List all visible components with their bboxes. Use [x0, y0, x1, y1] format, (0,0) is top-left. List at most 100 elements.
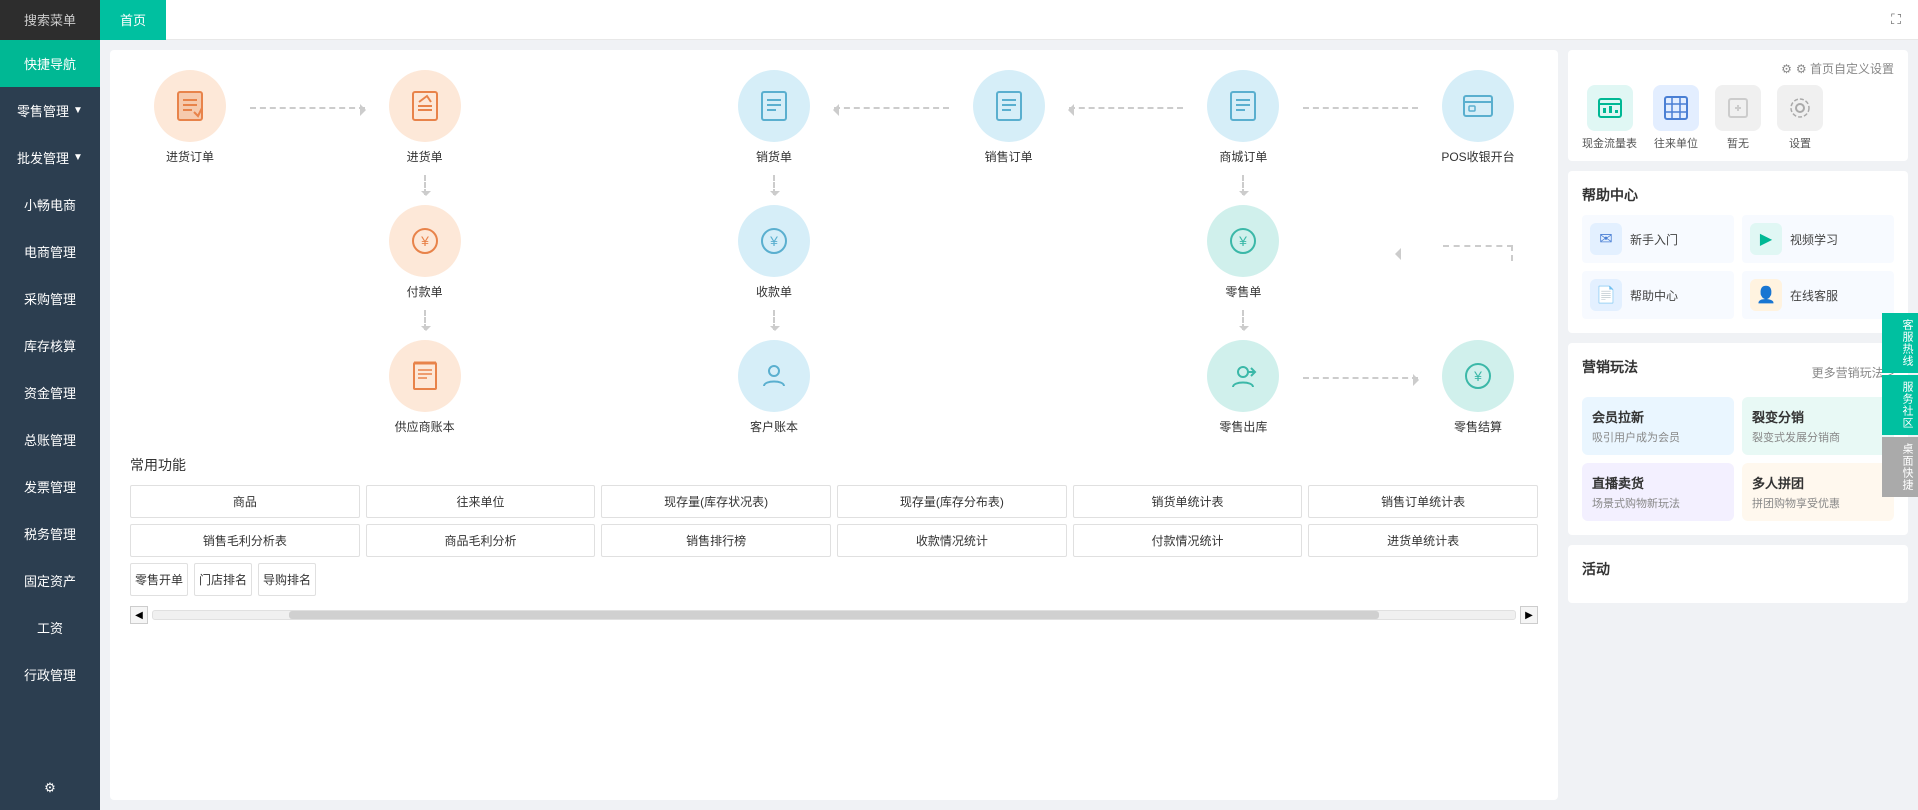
func-btn-sales-order-stat[interactable]: 销售订单统计表 — [1308, 485, 1538, 518]
sidebar-item-inventory[interactable]: 库存核算 — [0, 322, 100, 369]
sidebar-item-ecommerce-small[interactable]: 小畅电商 — [0, 181, 100, 228]
func-btn-retail-order[interactable]: 零售开单 — [130, 563, 188, 596]
func-btn-sales-rank[interactable]: 销售排行榜 — [601, 524, 831, 557]
top-bar: 搜索菜单 首页 ⛶ — [0, 0, 1918, 40]
svg-text:¥: ¥ — [1473, 368, 1482, 384]
help-item-online-service[interactable]: 👤 在线客服 — [1742, 271, 1894, 319]
func-grid-row1: 商品 往来单位 现存量(库存状况表) 现存量(库存分布表) 销货单统计表 销售订… — [130, 485, 1538, 518]
activity-card: 活动 — [1568, 545, 1908, 603]
flow-node-supplier-account[interactable]: 供应商账本 — [365, 340, 485, 435]
sidebar-item-purchase[interactable]: 采购管理 — [0, 275, 100, 322]
service-community-button[interactable]: 服务社区 — [1882, 375, 1918, 435]
func-btn-purchase-stat[interactable]: 进货单统计表 — [1308, 524, 1538, 557]
video-icon: ▶ — [1750, 223, 1782, 255]
flow-node-purchase-order[interactable]: 进货订单 — [130, 70, 250, 165]
sales-order-icon — [973, 70, 1045, 142]
flow-node-purchase-bill[interactable]: 进货单 — [365, 70, 485, 165]
help-card-title: 帮助中心 — [1582, 185, 1894, 205]
scroll-track[interactable] — [152, 610, 1516, 620]
marketing-header: 营销玩法 更多营销玩法 > — [1582, 357, 1894, 387]
func-btn-receipt-stat[interactable]: 收款情况统计 — [837, 524, 1067, 557]
sidebar-item-finance[interactable]: 资金管理 — [0, 369, 100, 416]
arrow-retail-out-to-settle — [1303, 377, 1418, 379]
right-panel: ⚙ ⚙ 首页自定义设置 — [1568, 50, 1908, 800]
arrow-retail-order-down — [1242, 310, 1244, 330]
arrow-sales-order-to-mall — [1069, 107, 1184, 109]
contacts-icon — [1653, 85, 1699, 131]
flow-node-retail-order[interactable]: ¥ 零售单 — [1183, 205, 1303, 300]
help-item-help-center[interactable]: 📄 帮助中心 — [1582, 271, 1734, 319]
marketing-title: 营销玩法 — [1582, 357, 1638, 377]
sidebar-item-admin[interactable]: 行政管理 — [0, 651, 100, 698]
flow-node-retail-out[interactable]: 零售出库 — [1183, 340, 1303, 435]
scroll-bar[interactable]: ◀ ▶ — [130, 606, 1538, 624]
sidebar-bottom: ⚙ — [0, 766, 100, 810]
flow-node-payment[interactable]: ¥ 付款单 — [365, 205, 485, 300]
sidebar-item-quicknav[interactable]: 快捷导航 — [0, 40, 100, 87]
sidebar-item-ecommerce[interactable]: 电商管理 — [0, 228, 100, 275]
flow-node-mall-order[interactable]: 商城订单 — [1183, 70, 1303, 165]
customize-button[interactable]: ⚙ ⚙ 首页自定义设置 — [1781, 60, 1894, 77]
flow-node-customer-account[interactable]: 客户账本 — [714, 340, 834, 435]
settings-button[interactable]: ⚙ — [0, 766, 100, 810]
flow-node-pos-cashier[interactable]: POS收银开台 — [1418, 70, 1538, 165]
shortcut-contacts[interactable]: 往来单位 — [1653, 85, 1699, 151]
func-grid-row3: 零售开单 门店排名 导购排名 — [130, 563, 1538, 596]
func-btn-contacts[interactable]: 往来单位 — [366, 485, 596, 518]
func-btn-inventory-dist[interactable]: 现存量(库存分布表) — [837, 485, 1067, 518]
fullscreen-button[interactable]: ⛶ — [1884, 8, 1908, 32]
tab-home[interactable]: 首页 — [100, 0, 166, 40]
sidebar-item-wholesale[interactable]: 批发管理 ▼ — [0, 134, 100, 181]
func-btn-goods[interactable]: 商品 — [130, 485, 360, 518]
help-item-video[interactable]: ▶ 视频学习 — [1742, 215, 1894, 263]
help-grid: ✉ 新手入门 ▶ 视频学习 📄 帮助中心 👤 在线客服 — [1582, 215, 1894, 319]
none-icon — [1715, 85, 1761, 131]
customer-service-button[interactable]: 客服热线 — [1882, 313, 1918, 373]
shortcut-none[interactable]: 暂无 — [1715, 85, 1761, 151]
help-center-icon: 📄 — [1590, 279, 1622, 311]
func-btn-sales-stat[interactable]: 销货单统计表 — [1073, 485, 1303, 518]
flow-node-sales-order[interactable]: 销售订单 — [949, 70, 1069, 165]
common-functions-title: 常用功能 — [130, 455, 1538, 475]
marketing-item-fission[interactable]: 裂变分销 裂变式发展分销商 — [1742, 397, 1894, 455]
chevron-down-icon: ▼ — [73, 105, 83, 116]
scroll-left-button[interactable]: ◀ — [130, 606, 148, 624]
top-right-area: ⛶ — [1884, 8, 1918, 32]
help-item-beginner[interactable]: ✉ 新手入门 — [1582, 215, 1734, 263]
sidebar: 快捷导航 零售管理 ▼ 批发管理 ▼ 小畅电商 电商管理 采购管理 库存核算 资… — [0, 40, 100, 810]
scroll-right-button[interactable]: ▶ — [1520, 606, 1538, 624]
purchase-order-icon — [154, 70, 226, 142]
marketing-item-group[interactable]: 多人拼团 拼团购物享受优惠 — [1742, 463, 1894, 521]
sidebar-item-retail[interactable]: 零售管理 ▼ — [0, 87, 100, 134]
flow-row-3-nodes: 供应商账本 客户账本 — [130, 340, 1538, 435]
marketing-item-live[interactable]: 直播卖货 场景式购物新玩法 — [1582, 463, 1734, 521]
marketing-item-member[interactable]: 会员拉新 吸引用户成为会员 — [1582, 397, 1734, 455]
sidebar-item-tax[interactable]: 税务管理 — [0, 510, 100, 557]
flow-node-receipt[interactable]: ¥ 收款单 — [714, 205, 834, 300]
svg-text:¥: ¥ — [1238, 233, 1247, 249]
content-area: 进货订单 — [100, 40, 1918, 810]
func-btn-payment-stat[interactable]: 付款情况统计 — [1073, 524, 1303, 557]
flow-node-retail-settle[interactable]: ¥ 零售结算 — [1418, 340, 1538, 435]
flow-node-sales-bill[interactable]: 销货单 — [714, 70, 834, 165]
sidebar-item-invoice[interactable]: 发票管理 — [0, 463, 100, 510]
func-btn-sales-profit[interactable]: 销售毛利分析表 — [130, 524, 360, 557]
left-panel: 进货订单 — [110, 50, 1558, 800]
sidebar-item-ledger[interactable]: 总账管理 — [0, 416, 100, 463]
shortcuts-grid: 现金流量表 往来单位 — [1582, 85, 1894, 151]
sidebar-item-assets[interactable]: 固定资产 — [0, 557, 100, 604]
desktop-shortcut-button[interactable]: 桌面快捷 — [1882, 437, 1918, 497]
receipt-icon: ¥ — [738, 205, 810, 277]
func-btn-goods-profit[interactable]: 商品毛利分析 — [366, 524, 596, 557]
func-btn-store-rank[interactable]: 门店排名 — [194, 563, 252, 596]
shortcut-cashflow[interactable]: 现金流量表 — [1582, 85, 1637, 151]
beginner-icon: ✉ — [1590, 223, 1622, 255]
search-menu-button[interactable]: 搜索菜单 — [0, 0, 100, 40]
func-grid-row2: 销售毛利分析表 商品毛利分析 销售排行榜 收款情况统计 付款情况统计 进货单统计… — [130, 524, 1538, 557]
supplier-account-icon — [389, 340, 461, 412]
func-btn-inventory-status[interactable]: 现存量(库存状况表) — [601, 485, 831, 518]
shortcut-settings[interactable]: 设置 — [1777, 85, 1823, 151]
sidebar-item-salary[interactable]: 工资 — [0, 604, 100, 651]
online-service-icon: 👤 — [1750, 279, 1782, 311]
func-btn-guide-rank[interactable]: 导购排名 — [258, 563, 316, 596]
